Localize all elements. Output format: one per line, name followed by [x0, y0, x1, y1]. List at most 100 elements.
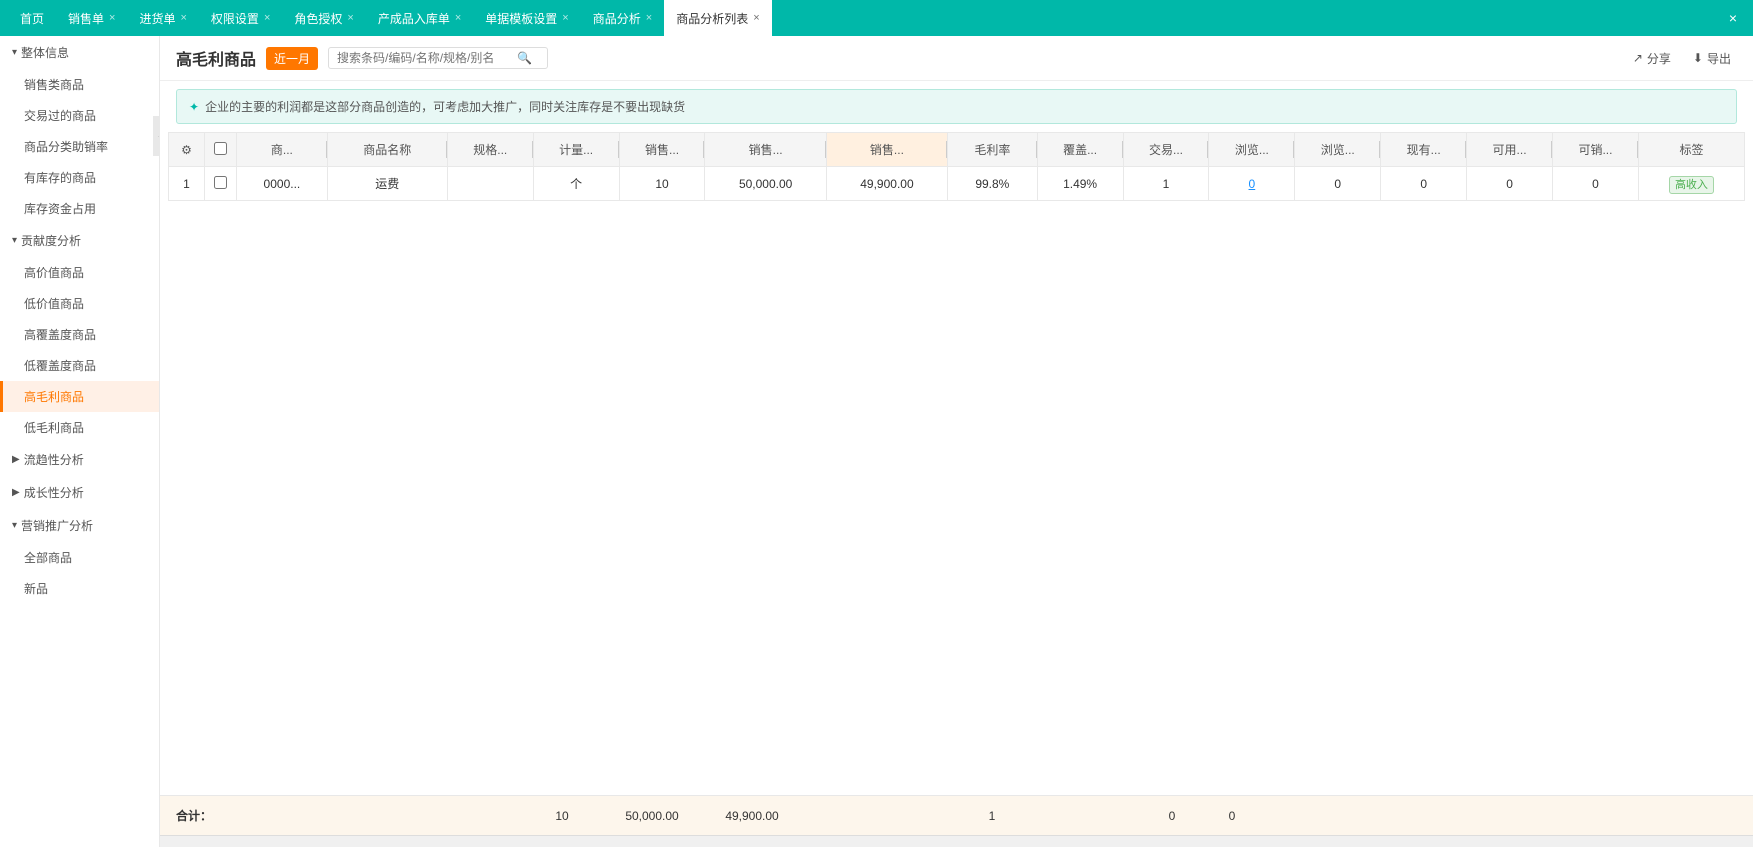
nav-tab-permissions[interactable]: 权限设置 ×	[199, 0, 282, 36]
sidebar-collapse-btn[interactable]: «	[153, 116, 160, 156]
sidebar-item-sales-goods[interactable]: 销售类商品	[0, 69, 159, 100]
col-unit: 计量...	[533, 133, 619, 167]
share-button[interactable]: ↗ 分享	[1627, 47, 1677, 70]
content-area: 高毛利商品 近一月 🔍 ↗ 分享 ⬇ 导出 ✦ 企业的主要的利润都是这部分商品创…	[160, 36, 1753, 847]
col-coverage: 覆盖...	[1037, 133, 1123, 167]
share-icon: ↗	[1633, 51, 1643, 65]
info-banner: ✦ 企业的主要的利润都是这部分商品创造的，可考虑加大推广，同时关注库存是不要出现…	[176, 89, 1737, 124]
col-margin-rate: 毛利率	[948, 133, 1038, 167]
nav-tab-home[interactable]: 首页	[8, 0, 56, 36]
footer-available-stock: 0	[1202, 809, 1262, 823]
cell-spec	[447, 167, 533, 201]
sidebar-item-low-margin[interactable]: 低毛利商品	[0, 412, 159, 443]
footer-current-stock: 0	[1142, 809, 1202, 823]
footer-trade: 1	[962, 809, 1022, 823]
nav-tab-template[interactable]: 单据模板设置 ×	[473, 0, 580, 36]
arrow-icon-4: ▶	[12, 487, 20, 498]
sidebar-item-traded-goods[interactable]: 交易过的商品	[0, 100, 159, 131]
footer-empty3	[1022, 809, 1082, 823]
arrow-icon-3: ▶	[12, 454, 20, 465]
tag-badge: 高收入	[1669, 176, 1714, 194]
sidebar-item-high-coverage[interactable]: 高覆盖度商品	[0, 319, 159, 350]
sidebar-group-marketing[interactable]: ▾ 营销推广分析	[0, 509, 159, 542]
sidebar-item-low-coverage[interactable]: 低覆盖度商品	[0, 350, 159, 381]
close-production-tab[interactable]: ×	[455, 12, 461, 24]
content-header: 高毛利商品 近一月 🔍 ↗ 分享 ⬇ 导出	[160, 36, 1753, 81]
search-icon[interactable]: 🔍	[517, 51, 532, 65]
cell-sales-amount: 50,000.00	[705, 167, 826, 201]
top-nav: 首页 销售单 × 进货单 × 权限设置 × 角色授权 × 产成品入库单 × 单据…	[0, 0, 1753, 36]
footer-values: 10 50,000.00 49,900.00 1 0 0	[242, 809, 1737, 823]
col-browse1: 浏览...	[1209, 133, 1295, 167]
sidebar-group-growth[interactable]: ▶ 成长性分析	[0, 476, 159, 509]
col-trade: 交易...	[1123, 133, 1209, 167]
nav-tab-analysis[interactable]: 商品分析 ×	[581, 0, 664, 36]
cell-salable-stock: 0	[1553, 167, 1639, 201]
close-template-tab[interactable]: ×	[562, 12, 568, 24]
table-row: 1 0000... 运费 个 10 50,000.00 49,900.00 99…	[169, 167, 1745, 201]
main-layout: « ▾ 整体信息 销售类商品 交易过的商品 商品分类助销率 有库存的商品 库存资…	[0, 36, 1753, 847]
sidebar-item-new-goods[interactable]: 新品	[0, 573, 159, 604]
close-roles-tab[interactable]: ×	[347, 12, 353, 24]
sidebar-item-category-rate[interactable]: 商品分类助销率	[0, 131, 159, 162]
sidebar-group-overall[interactable]: ▾ 整体信息	[0, 36, 159, 69]
sidebar-item-in-stock[interactable]: 有库存的商品	[0, 162, 159, 193]
sidebar-item-high-value[interactable]: 高价值商品	[0, 257, 159, 288]
search-box: 🔍	[328, 47, 548, 69]
footer-sales-amount: 50,000.00	[602, 809, 702, 823]
col-checkbox[interactable]	[205, 133, 237, 167]
cell-margin-rate: 99.8%	[948, 167, 1038, 201]
cell-trade: 1	[1123, 167, 1209, 201]
col-current-stock: 现有...	[1381, 133, 1467, 167]
col-available-stock: 可用...	[1467, 133, 1553, 167]
cell-checkbox[interactable]	[205, 167, 237, 201]
export-icon: ⬇	[1693, 51, 1703, 65]
cell-name: 运费	[327, 167, 447, 201]
cell-num: 1	[169, 167, 205, 201]
close-permissions-tab[interactable]: ×	[264, 12, 270, 24]
export-button[interactable]: ⬇ 导出	[1687, 47, 1737, 70]
select-all-checkbox[interactable]	[214, 142, 227, 155]
row-checkbox[interactable]	[214, 176, 227, 189]
cell-sales-qty: 10	[619, 167, 705, 201]
col-browse2: 浏览...	[1295, 133, 1381, 167]
cell-current-stock: 0	[1381, 167, 1467, 201]
close-analysis-list-tab[interactable]: ×	[753, 12, 759, 24]
close-sales-tab[interactable]: ×	[109, 12, 115, 24]
page-title: 高毛利商品	[176, 46, 256, 70]
col-spec: 规格...	[447, 133, 533, 167]
col-settings[interactable]: ⚙	[169, 133, 205, 167]
nav-tab-production[interactable]: 产成品入库单 ×	[366, 0, 473, 36]
sidebar-item-low-value[interactable]: 低价值商品	[0, 288, 159, 319]
sidebar-group-contribution[interactable]: ▾ 贡献度分析	[0, 224, 159, 257]
sidebar-item-high-margin[interactable]: 高毛利商品	[0, 381, 159, 412]
close-all-tabs[interactable]: ×	[1721, 10, 1745, 26]
sidebar-item-stock-capital[interactable]: 库存资金占用	[0, 193, 159, 224]
search-input[interactable]	[337, 51, 517, 65]
sidebar-item-all-goods[interactable]: 全部商品	[0, 542, 159, 573]
col-salable-stock: 可销...	[1553, 133, 1639, 167]
nav-tab-analysis-list[interactable]: 商品分析列表 ×	[664, 0, 771, 36]
col-sales-qty: 销售...	[619, 133, 705, 167]
cell-available-stock: 0	[1467, 167, 1553, 201]
footer-empty2	[882, 809, 962, 823]
date-filter-button[interactable]: 近一月	[266, 47, 318, 70]
cell-browse2: 0	[1295, 167, 1381, 201]
sidebar-group-trend[interactable]: ▶ 流趋性分析	[0, 443, 159, 476]
footer-sales-cost: 49,900.00	[702, 809, 802, 823]
horizontal-scrollbar[interactable]	[160, 835, 1753, 847]
nav-tab-roles[interactable]: 角色授权 ×	[282, 0, 365, 36]
nav-tab-purchase[interactable]: 进货单 ×	[127, 0, 198, 36]
arrow-icon: ▾	[12, 47, 17, 58]
nav-tab-sales[interactable]: 销售单 ×	[56, 0, 127, 36]
col-sales-cost: 销售...	[826, 133, 947, 167]
table-container: ⚙ 商... 商品名称 规格... 计量... 销售... 销售... 销售..…	[160, 132, 1753, 795]
arrow-icon-5: ▾	[12, 520, 17, 531]
arrow-icon-2: ▾	[12, 235, 17, 246]
close-purchase-tab[interactable]: ×	[180, 12, 186, 24]
cell-browse1[interactable]: 0	[1209, 167, 1295, 201]
table-footer: 合计： 10 50,000.00 49,900.00 1 0 0	[160, 795, 1753, 835]
cell-sales-cost: 49,900.00	[826, 167, 947, 201]
data-table: ⚙ 商... 商品名称 规格... 计量... 销售... 销售... 销售..…	[168, 132, 1745, 201]
close-analysis-tab[interactable]: ×	[646, 12, 652, 24]
